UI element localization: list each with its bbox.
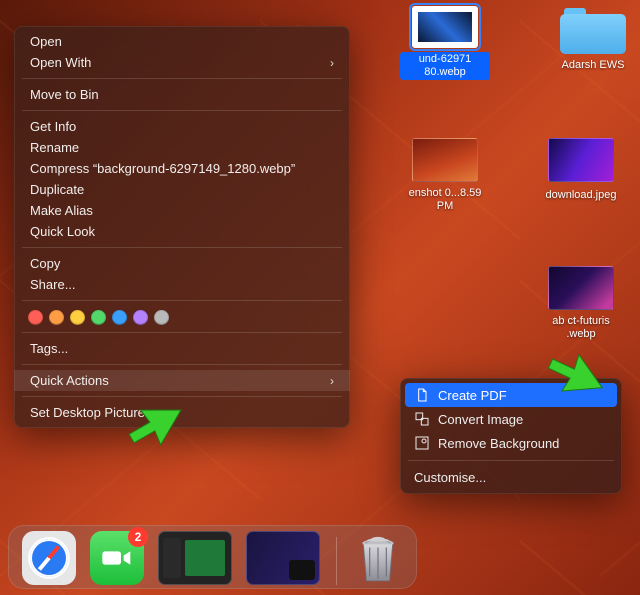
dock-app-facetime[interactable]: 2 [90, 531, 144, 585]
tags-row [14, 306, 350, 327]
menu-item-label: Open With [30, 55, 91, 70]
file-thumb [412, 6, 478, 48]
desktop-icon-label: enshot 0...8.59 PM [400, 186, 490, 214]
desktop-icon-2[interactable]: enshot 0...8.59 PM [400, 138, 490, 214]
tag-red[interactable] [28, 310, 43, 325]
remove-bg-icon [414, 435, 430, 451]
menu-separator [22, 396, 342, 397]
menu-item-open-with[interactable]: Open With › [14, 52, 350, 73]
menu-separator [22, 78, 342, 79]
folder-icon [560, 6, 626, 54]
desktop-icon-3[interactable]: download.jpeg [536, 138, 626, 203]
dock-window-thumb-2[interactable] [246, 531, 320, 585]
quick-actions-submenu: Create PDF Convert Image Remove Background… [400, 378, 622, 494]
menu-item-open[interactable]: Open [14, 31, 350, 52]
submenu-item-remove-background[interactable]: Remove Background [400, 431, 622, 455]
tag-purple[interactable] [133, 310, 148, 325]
menu-item-share[interactable]: Share... [14, 274, 350, 295]
file-thumb [548, 266, 614, 310]
menu-item-label: Get Info [30, 119, 76, 134]
menu-item-label: Quick Look [30, 224, 95, 239]
menu-item-label: Quick Actions [30, 373, 109, 388]
menu-item-label: Duplicate [30, 182, 84, 197]
menu-item-make-alias[interactable]: Make Alias [14, 200, 350, 221]
menu-item-quick-actions[interactable]: Quick Actions › [14, 370, 350, 391]
menu-item-label: Share... [30, 277, 76, 292]
submenu-item-customise[interactable]: Customise... [400, 466, 622, 489]
desktop-icon-label: und-62971 80.webp [400, 52, 490, 80]
menu-item-set-desktop-picture[interactable]: Set Desktop Picture [14, 402, 350, 423]
tag-green[interactable] [91, 310, 106, 325]
menu-separator [22, 110, 342, 111]
desktop-icon-0[interactable]: und-62971 80.webp [400, 6, 490, 80]
submenu-item-create-pdf[interactable]: Create PDF [405, 383, 617, 407]
menu-item-copy[interactable]: Copy [14, 253, 350, 274]
menu-item-rename[interactable]: Rename [14, 137, 350, 158]
convert-icon [414, 411, 430, 427]
chevron-right-icon: › [330, 374, 334, 388]
dock-divider [336, 537, 337, 585]
tag-gray[interactable] [154, 310, 169, 325]
menu-item-label: Make Alias [30, 203, 93, 218]
menu-item-compress-background-6297149-1280-webp[interactable]: Compress “background-6297149_1280.webp” [14, 158, 350, 179]
submenu-item-label: Convert Image [438, 412, 523, 427]
menu-item-label: Open [30, 34, 62, 49]
menu-item-quick-look[interactable]: Quick Look [14, 221, 350, 242]
desktop-icon-label: Adarsh EWS [557, 58, 630, 73]
desktop-icon-1[interactable]: Adarsh EWS [548, 6, 638, 73]
menu-item-label: Copy [30, 256, 60, 271]
submenu-item-label: Customise... [414, 470, 486, 485]
submenu-item-label: Create PDF [438, 388, 507, 403]
menu-item-label: Rename [30, 140, 79, 155]
facetime-badge: 2 [128, 527, 148, 547]
submenu-item-label: Remove Background [438, 436, 559, 451]
menu-item-move-to-bin[interactable]: Move to Bin [14, 84, 350, 105]
menu-separator [22, 300, 342, 301]
file-thumb [548, 138, 614, 182]
dock-app-safari[interactable] [22, 531, 76, 585]
menu-item-label: Move to Bin [30, 87, 99, 102]
context-menu: Open Open With › Move to Bin Get Info Rename C… [14, 26, 350, 428]
file-thumb [412, 138, 478, 182]
desktop-icon-label: download.jpeg [541, 188, 622, 203]
tag-blue[interactable] [112, 310, 127, 325]
menu-item-label: Set Desktop Picture [30, 405, 145, 420]
desktop-icon-4[interactable]: ab ct-futuris .webp [536, 266, 626, 342]
chevron-right-icon: › [330, 56, 334, 70]
dock-window-thumb-1[interactable] [158, 531, 232, 585]
submenu-item-convert-image[interactable]: Convert Image [400, 407, 622, 431]
desktop-icon-label: ab ct-futuris .webp [536, 314, 626, 342]
menu-item-get-info[interactable]: Get Info [14, 116, 350, 137]
dock: 2 [8, 525, 417, 589]
tag-orange[interactable] [49, 310, 64, 325]
menu-separator [22, 247, 342, 248]
menu-item-duplicate[interactable]: Duplicate [14, 179, 350, 200]
tag-yellow[interactable] [70, 310, 85, 325]
menu-item-label: Compress “background-6297149_1280.webp” [30, 161, 295, 176]
doc-icon [414, 387, 430, 403]
menu-item-label: Tags... [30, 341, 68, 356]
menu-separator [22, 364, 342, 365]
dock-trash[interactable] [353, 531, 403, 585]
menu-item-tags[interactable]: Tags... [14, 338, 350, 359]
